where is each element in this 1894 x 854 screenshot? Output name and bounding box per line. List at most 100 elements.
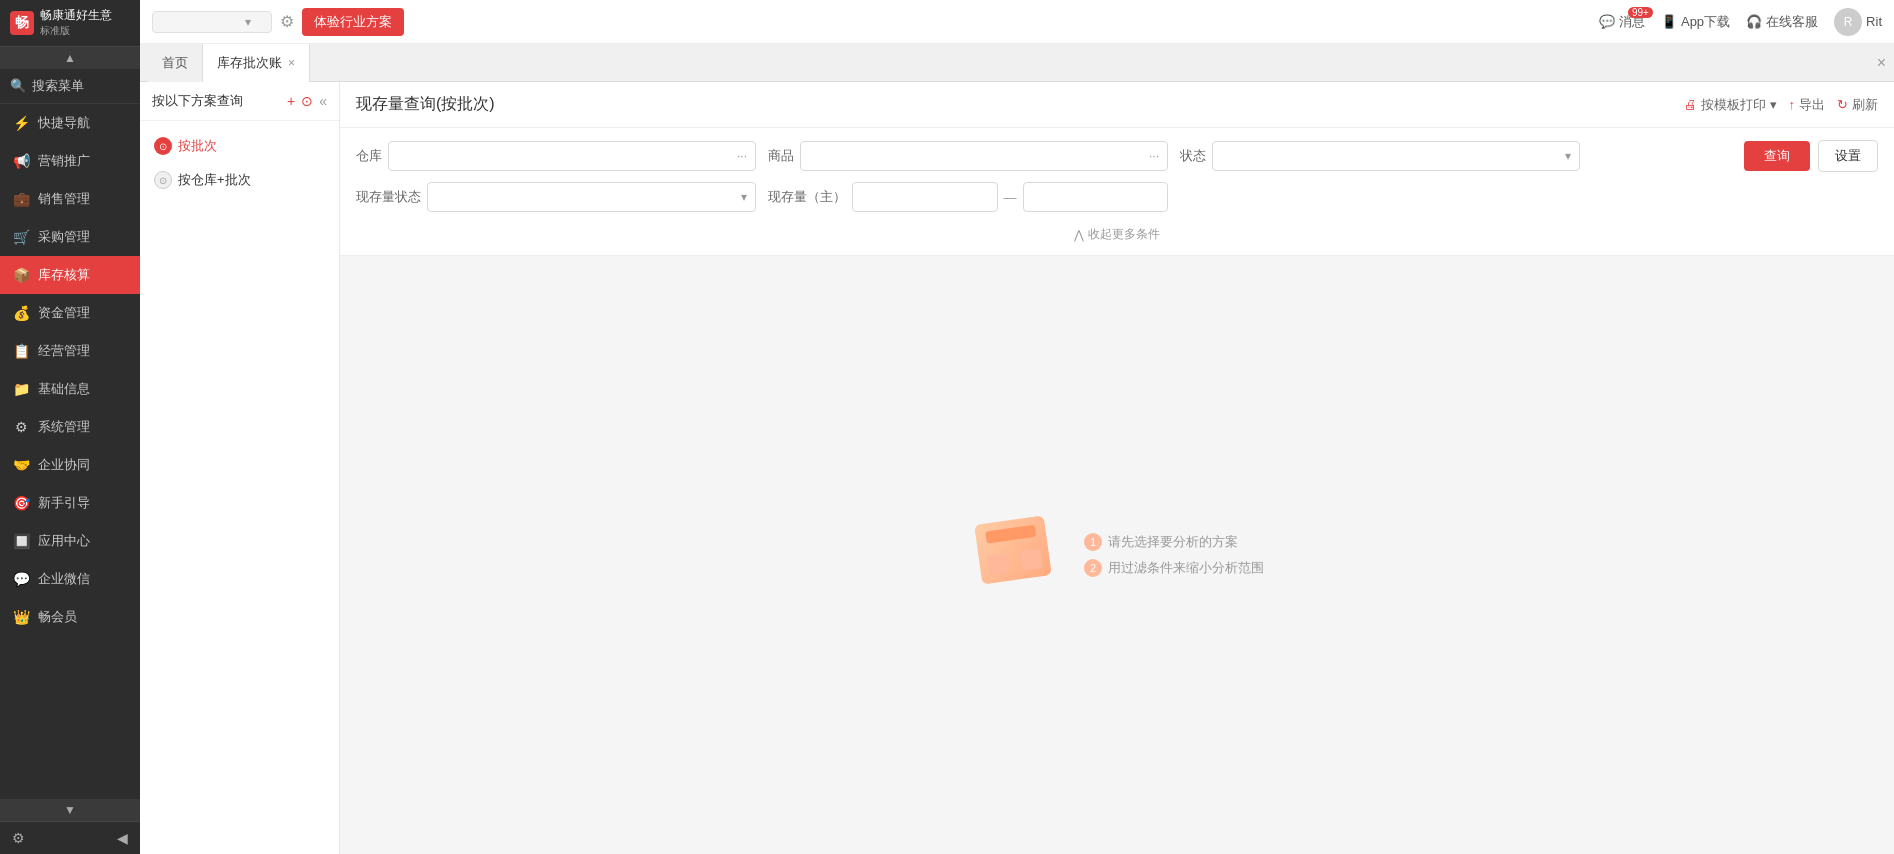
scheme-panel-header: 按以下方案查询 + ⊙ « (140, 82, 339, 121)
topbar-search-box[interactable]: ▾ (152, 11, 272, 33)
sidebar-item-quicknav[interactable]: ⚡ 快捷导航 (0, 104, 140, 142)
export-button[interactable]: ↑ 导出 (1789, 96, 1826, 114)
stock-status-select[interactable]: ▾ (427, 182, 756, 212)
sidebar-item-operations[interactable]: 📋 经营管理 (0, 332, 140, 370)
footer-settings-icon[interactable]: ⚙ (12, 830, 25, 846)
marketing-icon: 📢 (12, 152, 30, 170)
sidebar-item-label: 库存核算 (38, 266, 90, 284)
sidebar-item-inventory[interactable]: 📦 库存核算 (0, 256, 140, 294)
topbar-gear-icon[interactable]: ⚙ (280, 12, 294, 31)
scheme-batch-label: 按批次 (178, 137, 217, 155)
newbie-icon: 🎯 (12, 494, 30, 512)
tab-home[interactable]: 首页 (148, 44, 203, 82)
sidebar-item-member[interactable]: 👑 畅会员 (0, 598, 140, 636)
settings-button[interactable]: 设置 (1818, 140, 1878, 172)
sidebar-item-label: 资金管理 (38, 304, 90, 322)
stock-amount-min-input[interactable] (852, 182, 998, 212)
page-title: 现存量查询(按批次) (356, 94, 495, 115)
messages-item[interactable]: 💬 消息 99+ (1599, 13, 1645, 31)
app-download-label: App下载 (1681, 13, 1730, 31)
warehouse-input[interactable]: ··· (388, 141, 756, 171)
tabbar-close-all-icon[interactable]: × (1877, 54, 1886, 72)
sidebar-item-finance[interactable]: 💰 资金管理 (0, 294, 140, 332)
sidebar-item-purchase[interactable]: 🛒 采购管理 (0, 218, 140, 256)
stock-amount-max-input[interactable] (1023, 182, 1169, 212)
right-panel: 现存量查询(按批次) 🖨 按模板打印 ▾ ↑ 导出 (340, 82, 1894, 854)
trial-button[interactable]: 体验行业方案 (302, 8, 404, 36)
topbar-right: 💬 消息 99+ 📱 App下载 🎧 在线客服 R Rit (1599, 8, 1882, 36)
export-icon: ↑ (1789, 97, 1796, 112)
sidebar-item-label: 畅会员 (38, 608, 77, 626)
app-download-item[interactable]: 📱 App下载 (1661, 13, 1730, 31)
sidebar-item-enterprise[interactable]: 🤝 企业协同 (0, 446, 140, 484)
print-chevron-icon: ▾ (1770, 97, 1777, 112)
empty-tip-1: 1 请先选择要分析的方案 (1084, 533, 1264, 551)
avatar: R (1834, 8, 1862, 36)
sidebar-item-label: 系统管理 (38, 418, 90, 436)
enterprise-icon: 🤝 (12, 456, 30, 474)
user-item[interactable]: R Rit (1834, 8, 1882, 36)
print-button[interactable]: 🖨 按模板打印 ▾ (1684, 96, 1777, 114)
sidebar-item-marketing[interactable]: 📢 营销推广 (0, 142, 140, 180)
scheme-panel: 按以下方案查询 + ⊙ « ⊙ 按批次 ⊙ (140, 82, 340, 854)
scheme-add-icon[interactable]: + (287, 93, 295, 109)
sidebar-item-label: 企业微信 (38, 570, 90, 588)
headset-icon: 🎧 (1746, 14, 1762, 29)
filter-collapse-btn[interactable]: ⋀ 收起更多条件 (356, 222, 1878, 247)
empty-illustration (970, 510, 1060, 600)
apps-icon: 🔲 (12, 532, 30, 550)
query-button[interactable]: 查询 (1744, 141, 1810, 171)
scheme-panel-header-actions: + ⊙ « (287, 93, 327, 109)
stock-status-chevron-icon: ▾ (741, 190, 747, 204)
footer-collapse-icon[interactable]: ◀ (117, 830, 128, 846)
collapse-label: 收起更多条件 (1088, 226, 1160, 243)
filter-warehouse: 仓库 ··· (356, 141, 756, 171)
refresh-button[interactable]: ↻ 刷新 (1837, 96, 1878, 114)
member-icon: 👑 (12, 608, 30, 626)
main-area: ▾ ⚙ 体验行业方案 💬 消息 99+ 📱 App下载 🎧 在线客服 (140, 0, 1894, 854)
topbar-chevron-icon: ▾ (245, 15, 251, 29)
filter-status: 状态 ▾ (1180, 141, 1580, 171)
status-select[interactable]: ▾ (1212, 141, 1580, 171)
topbar-search-input[interactable] (161, 15, 241, 29)
sidebar-item-newbie[interactable]: 🎯 新手引导 (0, 484, 140, 522)
page-title-bar: 现存量查询(按批次) 🖨 按模板打印 ▾ ↑ 导出 (340, 82, 1894, 128)
sidebar-item-label: 采购管理 (38, 228, 90, 246)
app-info: 畅康通好生意 标准版 (40, 8, 112, 38)
sidebar-scroll-up[interactable]: ▲ (0, 47, 140, 69)
sidebar-item-sales[interactable]: 💼 销售管理 (0, 180, 140, 218)
product-input[interactable]: ··· (800, 141, 1168, 171)
sidebar-item-system[interactable]: ⚙ 系统管理 (0, 408, 140, 446)
query-page: 按以下方案查询 + ⊙ « ⊙ 按批次 ⊙ (140, 82, 1894, 854)
sidebar: 畅 畅康通好生意 标准版 ▲ 🔍 搜索菜单 ⚡ 快捷导航 📢 营销推广 💼 销售… (0, 0, 140, 854)
sidebar-nav: ⚡ 快捷导航 📢 营销推广 💼 销售管理 🛒 采购管理 📦 库存核算 💰 (0, 104, 140, 799)
tabbar: 首页 库存批次账 × × (140, 44, 1894, 82)
tab-inventory-batch[interactable]: 库存批次账 × (203, 44, 310, 82)
sidebar-item-basic-info[interactable]: 📁 基础信息 (0, 370, 140, 408)
system-icon: ⚙ (12, 418, 30, 436)
sidebar-scroll-down[interactable]: ▼ (0, 799, 140, 821)
online-service-label: 在线客服 (1766, 13, 1818, 31)
finance-icon: 💰 (12, 304, 30, 322)
quicknav-icon: ⚡ (12, 114, 30, 132)
sidebar-search[interactable]: 🔍 搜索菜单 (0, 69, 140, 104)
page-title-actions: 🖨 按模板打印 ▾ ↑ 导出 ↻ 刷新 (1684, 96, 1879, 114)
sidebar-item-apps[interactable]: 🔲 应用中心 (0, 522, 140, 560)
sidebar-item-wechat[interactable]: 💬 企业微信 (0, 560, 140, 598)
scheme-settings-icon[interactable]: ⊙ (301, 93, 313, 109)
tip2-num: 2 (1084, 559, 1102, 577)
collapse-icon: ⋀ (1074, 228, 1084, 242)
scheme-item-batch[interactable]: ⊙ 按批次 (140, 129, 339, 163)
tab-close-icon[interactable]: × (288, 56, 295, 70)
scheme-warehouse-batch-label: 按仓库+批次 (178, 171, 251, 189)
scheme-collapse-icon[interactable]: « (319, 93, 327, 109)
empty-tip-2: 2 用过滤条件来缩小分析范围 (1084, 559, 1264, 577)
status-label: 状态 (1180, 147, 1206, 165)
scheme-item-warehouse-batch[interactable]: ⊙ 按仓库+批次 (140, 163, 339, 197)
sidebar-item-label: 企业协同 (38, 456, 90, 474)
scheme-list: ⊙ 按批次 ⊙ 按仓库+批次 (140, 121, 339, 205)
scheme-panel-title: 按以下方案查询 (152, 92, 243, 110)
filter-stock-amount: 现存量（主） — (768, 182, 1168, 212)
tab-inventory-batch-label: 库存批次账 (217, 54, 282, 72)
online-service-item[interactable]: 🎧 在线客服 (1746, 13, 1818, 31)
